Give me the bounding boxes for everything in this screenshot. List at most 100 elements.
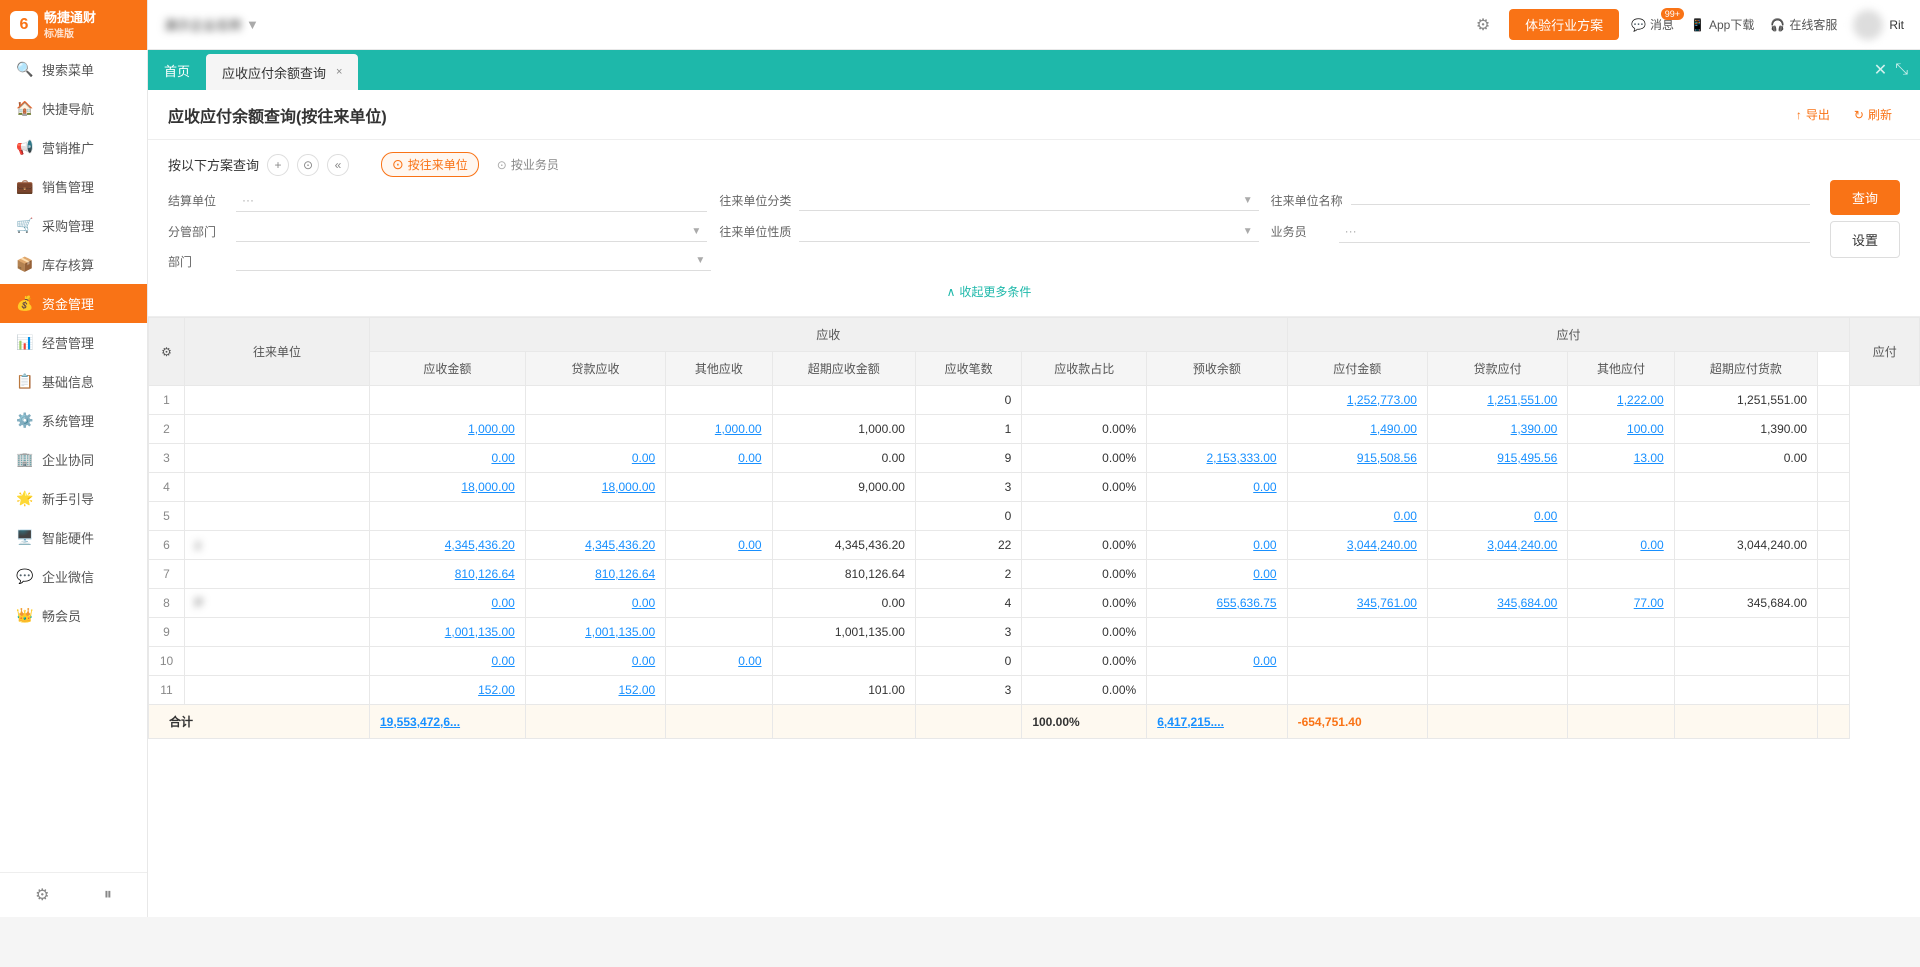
table-settings-gear[interactable]: ⚙ bbox=[161, 345, 172, 359]
row-loan-payable[interactable]: 3,044,240.00 bbox=[1427, 531, 1567, 560]
row-other-receivable[interactable]: 0.00 bbox=[666, 531, 772, 560]
row-other-payable[interactable]: 100.00 bbox=[1568, 415, 1674, 444]
trial-button[interactable]: 体验行业方案 bbox=[1509, 9, 1619, 40]
row-prepaid-balance[interactable] bbox=[1147, 502, 1287, 531]
row-receivable-amount[interactable]: 1,000.00 bbox=[369, 415, 525, 444]
row-payable-amount[interactable] bbox=[1287, 473, 1427, 502]
row-other-payable[interactable]: 0.00 bbox=[1568, 531, 1674, 560]
row-loan-receivable[interactable]: 0.00 bbox=[525, 647, 665, 676]
row-prepaid-balance[interactable] bbox=[1147, 415, 1287, 444]
partner-category-input[interactable]: ▼ bbox=[799, 191, 1258, 211]
row-receivable-amount[interactable]: 0.00 bbox=[369, 589, 525, 618]
salesperson-input[interactable]: ··· bbox=[1339, 220, 1810, 243]
row-other-receivable[interactable] bbox=[666, 502, 772, 531]
row-prepaid-balance[interactable] bbox=[1147, 386, 1287, 415]
scheme2-button[interactable]: ⊙ 按业务员 bbox=[487, 153, 569, 176]
row-prepaid-balance[interactable]: 2,153,333.00 bbox=[1147, 444, 1287, 473]
row-other-payable[interactable]: 1,222.00 bbox=[1568, 386, 1674, 415]
row-other-receivable[interactable]: 0.00 bbox=[666, 647, 772, 676]
row-loan-payable[interactable] bbox=[1427, 560, 1567, 589]
collapse-filter-button[interactable]: ∧ 收起更多条件 bbox=[168, 279, 1810, 304]
row-loan-receivable[interactable]: 810,126.64 bbox=[525, 560, 665, 589]
row-payable-amount[interactable] bbox=[1287, 618, 1427, 647]
row-loan-receivable[interactable]: 0.00 bbox=[525, 589, 665, 618]
collapse-scheme-button[interactable]: « bbox=[327, 154, 349, 176]
settlement-unit-input[interactable]: ··· bbox=[236, 189, 707, 212]
col-settings-header[interactable]: ⚙ bbox=[149, 318, 185, 386]
active-scheme-button[interactable]: ⊙ 按往来单位 bbox=[381, 152, 479, 177]
sidebar-item-guide[interactable]: 🌟 新手引导 bbox=[0, 479, 147, 518]
row-prepaid-balance[interactable]: 655,636.75 bbox=[1147, 589, 1287, 618]
row-payable-amount[interactable]: 915,508.56 bbox=[1287, 444, 1427, 473]
online-service-button[interactable]: 🎧 在线客服 bbox=[1770, 16, 1837, 33]
row-receivable-amount[interactable] bbox=[369, 386, 525, 415]
row-loan-receivable[interactable] bbox=[525, 415, 665, 444]
row-loan-payable[interactable] bbox=[1427, 647, 1567, 676]
row-other-payable[interactable] bbox=[1568, 502, 1674, 531]
row-other-payable[interactable] bbox=[1568, 560, 1674, 589]
partner-nature-input[interactable]: ▼ bbox=[799, 222, 1258, 242]
row-other-receivable[interactable] bbox=[666, 473, 772, 502]
sidebar-item-inventory[interactable]: 📦 库存核算 bbox=[0, 245, 147, 284]
user-info[interactable]: Rit bbox=[1853, 10, 1904, 40]
row-receivable-amount[interactable]: 152.00 bbox=[369, 676, 525, 705]
row-payable-amount[interactable]: 1,252,773.00 bbox=[1287, 386, 1427, 415]
row-loan-receivable[interactable]: 1,001,135.00 bbox=[525, 618, 665, 647]
row-payable-amount[interactable] bbox=[1287, 676, 1427, 705]
row-other-receivable[interactable] bbox=[666, 618, 772, 647]
row-loan-payable[interactable] bbox=[1427, 473, 1567, 502]
row-other-receivable[interactable] bbox=[666, 589, 772, 618]
query-button[interactable]: 查询 bbox=[1830, 180, 1900, 215]
row-receivable-amount[interactable]: 0.00 bbox=[369, 647, 525, 676]
sidebar-item-quick-nav[interactable]: 🏠 快捷导航 bbox=[0, 89, 147, 128]
row-other-receivable[interactable]: 1,000.00 bbox=[666, 415, 772, 444]
window-close-button[interactable]: ✕ bbox=[1874, 60, 1887, 80]
row-other-payable[interactable] bbox=[1568, 618, 1674, 647]
sidebar-item-weixin[interactable]: 💬 企业微信 bbox=[0, 557, 147, 596]
row-loan-receivable[interactable]: 4,345,436.20 bbox=[525, 531, 665, 560]
tab-active[interactable]: 应收应付余额查询 × bbox=[206, 54, 358, 90]
row-other-payable[interactable]: 77.00 bbox=[1568, 589, 1674, 618]
row-other-receivable[interactable] bbox=[666, 386, 772, 415]
row-loan-payable[interactable]: 915,495.56 bbox=[1427, 444, 1567, 473]
row-payable-amount[interactable]: 3,044,240.00 bbox=[1287, 531, 1427, 560]
row-prepaid-balance[interactable]: 0.00 bbox=[1147, 560, 1287, 589]
edit-scheme-button[interactable]: ⊙ bbox=[297, 154, 319, 176]
row-payable-amount[interactable] bbox=[1287, 647, 1427, 676]
sidebar-item-hardware[interactable]: 🖥️ 智能硬件 bbox=[0, 518, 147, 557]
row-prepaid-balance[interactable] bbox=[1147, 676, 1287, 705]
row-other-payable[interactable]: 13.00 bbox=[1568, 444, 1674, 473]
sidebar-item-search-menu[interactable]: 🔍 搜索菜单 bbox=[0, 50, 147, 89]
row-receivable-amount[interactable]: 810,126.64 bbox=[369, 560, 525, 589]
row-other-receivable[interactable] bbox=[666, 676, 772, 705]
row-other-payable[interactable] bbox=[1568, 676, 1674, 705]
messages-button[interactable]: 💬 消息 99+ bbox=[1631, 16, 1674, 33]
row-receivable-amount[interactable]: 1,001,135.00 bbox=[369, 618, 525, 647]
sidebar-item-system[interactable]: ⚙️ 系统管理 bbox=[0, 401, 147, 440]
tab-home[interactable]: 首页 bbox=[148, 50, 206, 90]
row-other-receivable[interactable]: 0.00 bbox=[666, 444, 772, 473]
window-expand-button[interactable]: ⤡ bbox=[1895, 61, 1908, 79]
row-loan-receivable[interactable]: 0.00 bbox=[525, 444, 665, 473]
add-scheme-button[interactable]: + bbox=[267, 154, 289, 176]
row-payable-amount[interactable] bbox=[1287, 560, 1427, 589]
row-loan-payable[interactable]: 0.00 bbox=[1427, 502, 1567, 531]
refresh-button[interactable]: ↻ 刷新 bbox=[1846, 102, 1900, 127]
row-other-receivable[interactable] bbox=[666, 560, 772, 589]
row-prepaid-balance[interactable]: 0.00 bbox=[1147, 473, 1287, 502]
row-loan-payable[interactable] bbox=[1427, 676, 1567, 705]
sidebar-collapse-button[interactable]: ⏸ bbox=[100, 882, 116, 908]
row-loan-payable[interactable]: 1,251,551.00 bbox=[1427, 386, 1567, 415]
dept-manager-input[interactable]: ▼ bbox=[236, 222, 707, 242]
sidebar-item-funds[interactable]: 💰 资金管理 bbox=[0, 284, 147, 323]
partner-name-input[interactable] bbox=[1351, 196, 1810, 205]
row-prepaid-balance[interactable]: 0.00 bbox=[1147, 531, 1287, 560]
row-prepaid-balance[interactable]: 0.00 bbox=[1147, 647, 1287, 676]
export-button[interactable]: ↑ 导出 bbox=[1788, 102, 1838, 127]
row-other-payable[interactable] bbox=[1568, 647, 1674, 676]
sidebar-item-sales[interactable]: 💼 销售管理 bbox=[0, 167, 147, 206]
settings-button[interactable]: 设置 bbox=[1830, 221, 1900, 258]
app-download-button[interactable]: 📱 App下载 bbox=[1690, 16, 1754, 33]
row-payable-amount[interactable]: 0.00 bbox=[1287, 502, 1427, 531]
dept-input[interactable]: ▼ bbox=[236, 251, 711, 271]
